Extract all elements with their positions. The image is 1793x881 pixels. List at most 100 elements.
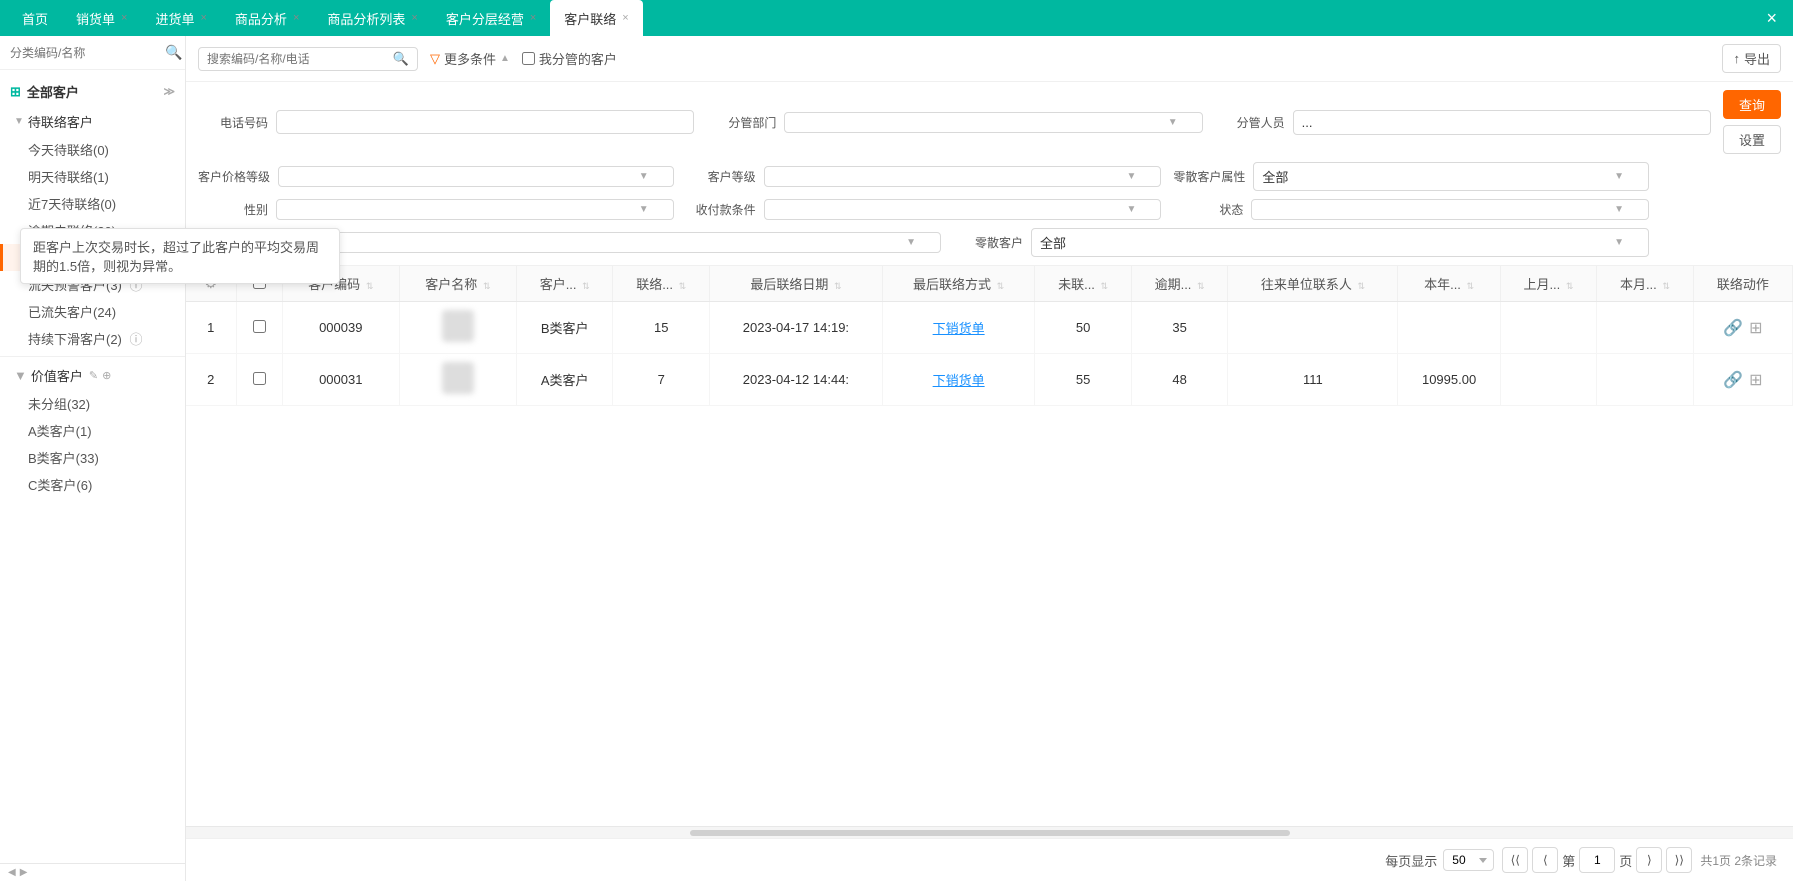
price-grade-select[interactable]: ▼ <box>278 166 674 187</box>
edit-icon[interactable]: ✎ <box>89 369 98 382</box>
contact-sort-icon[interactable]: ⇅ <box>679 281 687 291</box>
staff-select-wrap: ... <box>1293 110 1711 135</box>
sidebar-ungrouped[interactable]: 未分组(32) <box>0 390 185 417</box>
row2-checkbox[interactable] <box>236 354 282 406</box>
row1-grid-icon[interactable]: ⊞ <box>1749 318 1762 338</box>
filter-search-icon[interactable]: 🔍 <box>393 51 409 67</box>
nav-customer-contact[interactable]: 客户联络 × <box>550 0 642 36</box>
overdue-sort-icon[interactable]: ⇅ <box>1197 281 1205 291</box>
this-month-sort-icon[interactable]: ⇅ <box>1662 281 1670 291</box>
my-customers-checkbox[interactable] <box>522 52 535 65</box>
nav-sales[interactable]: 销货单 × <box>62 0 141 36</box>
nav-home[interactable]: 首页 <box>8 0 62 36</box>
row2-index: 2 <box>186 354 236 406</box>
sidebar-resize-left[interactable]: ◀ <box>8 867 16 878</box>
nav-analysis-list[interactable]: 商品分析列表 × <box>313 0 431 36</box>
row1-not-contact: 50 <box>1035 302 1132 354</box>
row2-method-link[interactable]: 下销货单 <box>933 373 985 388</box>
price-grade-chevron-icon: ▼ <box>639 171 649 182</box>
filter-status: 状态 ▼ <box>1173 199 1649 220</box>
filter-customer-grade: 客户等级 ▼ <box>686 166 1162 187</box>
row2-grid-icon[interactable]: ⊞ <box>1749 370 1762 390</box>
page-prev-btn[interactable]: ⟨ <box>1532 847 1558 873</box>
query-button[interactable]: 查询 <box>1723 90 1781 119</box>
sidebar-resize-right[interactable]: ▶ <box>20 867 28 878</box>
export-button[interactable]: ↑ 导出 <box>1722 44 1781 73</box>
sidebar-valuable-group-label[interactable]: ▼ 价值客户 ✎ ⊕ <box>0 361 185 390</box>
gender-select[interactable]: ▼ <box>276 199 674 220</box>
close-customer-segment-tab[interactable]: × <box>530 12 536 24</box>
sidebar-c-class[interactable]: C类客户(6) <box>0 471 185 498</box>
close-analysis-tab[interactable]: × <box>293 12 299 24</box>
this-year-sort-icon[interactable]: ⇅ <box>1467 281 1475 291</box>
filter-search-input[interactable] <box>207 52 393 66</box>
nav-customer-segment[interactable]: 客户分层经营 × <box>432 0 550 36</box>
page-input[interactable] <box>1579 847 1615 873</box>
scroll-thumb[interactable] <box>690 830 1290 836</box>
filter-payment: 收付款条件 ▼ <box>686 199 1162 220</box>
col-last-date-header: 最后联络日期 ⇅ <box>709 266 882 302</box>
status-select[interactable]: ▼ <box>1251 199 1649 220</box>
retail-attr-select[interactable]: 全部 ▼ <box>1253 162 1649 191</box>
page-next-btn[interactable]: ⟩ <box>1636 847 1662 873</box>
close-customer-contact-tab[interactable]: × <box>622 12 628 24</box>
last-method-sort-icon[interactable]: ⇅ <box>997 281 1005 291</box>
row1-method-link[interactable]: 下销货单 <box>933 321 985 336</box>
add-icon[interactable]: ⊕ <box>102 369 111 382</box>
sidebar-today-pending[interactable]: 今天待联络(0) <box>0 136 185 163</box>
row1-checkbox[interactable] <box>236 302 282 354</box>
retail-customer-select[interactable]: 全部 ▼ <box>1031 228 1649 257</box>
row1-last-month <box>1500 302 1597 354</box>
sidebar-declining-customers[interactable]: 持续下滑客户(2) ⓘ <box>0 325 185 352</box>
sidebar-collapse-btn[interactable]: ≫ <box>163 85 175 98</box>
last-month-sort-icon[interactable]: ⇅ <box>1566 281 1574 291</box>
filter-actions: 查询 设置 <box>1723 90 1781 154</box>
nav-purchase[interactable]: 进货单 × <box>141 0 220 36</box>
customer-grade-select[interactable]: ▼ <box>764 166 1162 187</box>
page-size-select[interactable]: 20 50 100 200 <box>1443 849 1494 871</box>
close-purchase-tab[interactable]: × <box>200 12 206 24</box>
sidebar-a-class[interactable]: A类客户(1) <box>0 417 185 444</box>
sidebar-7days-pending[interactable]: 近7天待联络(0) <box>0 190 185 217</box>
row1-last-method[interactable]: 下销货单 <box>882 302 1034 354</box>
name-sort-icon[interactable]: ⇅ <box>483 281 491 291</box>
sidebar-search-input[interactable] <box>10 46 165 60</box>
arrow-down-icon: ▼ <box>14 116 24 127</box>
horizontal-scrollbar[interactable] <box>186 826 1793 838</box>
close-sales-tab[interactable]: × <box>121 12 127 24</box>
sidebar-tomorrow-pending[interactable]: 明天待联络(1) <box>0 163 185 190</box>
page-first-btn[interactable]: ⟨⟨ <box>1502 847 1528 873</box>
sidebar-search-icon[interactable]: 🔍 <box>165 44 182 61</box>
payment-select[interactable]: ▼ <box>764 199 1162 220</box>
sidebar-pending-group-label[interactable]: ▼ 待联络客户 <box>0 107 185 136</box>
phone-input[interactable] <box>276 110 694 134</box>
sidebar-b-class[interactable]: B类客户(33) <box>0 444 185 471</box>
unit-contact-sort-icon[interactable]: ⇅ <box>1357 281 1365 291</box>
window-close-button[interactable]: × <box>1758 8 1785 29</box>
dept-select[interactable]: ▼ <box>784 112 1202 133</box>
row2-last-method[interactable]: 下销货单 <box>882 354 1034 406</box>
close-analysis-list-tab[interactable]: × <box>411 12 417 24</box>
code-sort-icon[interactable]: ⇅ <box>366 281 374 291</box>
row1-checkbox-input[interactable] <box>253 320 266 333</box>
sidebar-lost-customers[interactable]: 已流失客户(24) <box>0 298 185 325</box>
row2-checkbox-input[interactable] <box>253 372 266 385</box>
category-sort-icon[interactable]: ⇅ <box>582 281 590 291</box>
filter-row-4: ... 客户类型 ▼ 零散客户 全部 <box>198 228 1781 257</box>
row2-link-icon[interactable]: 🔗 <box>1723 370 1743 390</box>
gender-wrap: ▼ <box>276 199 674 220</box>
more-conditions-btn[interactable]: ▽ 更多条件 ▲ <box>430 49 510 68</box>
staff-select[interactable]: ... <box>1293 110 1711 135</box>
page-last-btn[interactable]: ⟩⟩ <box>1666 847 1692 873</box>
row1-actions: 🔗 ⊞ <box>1693 302 1792 354</box>
col-this-year-header: 本年... ⇅ <box>1398 266 1500 302</box>
not-contact-sort-icon[interactable]: ⇅ <box>1101 281 1109 291</box>
row2-actions: 🔗 ⊞ <box>1693 354 1792 406</box>
row1-link-icon[interactable]: 🔗 <box>1723 318 1743 338</box>
sidebar-all-customers[interactable]: ⊞ 全部客户 ≫ <box>0 76 185 107</box>
customer-type-select[interactable]: ▼ <box>323 232 941 253</box>
customer-grade-wrap: ▼ <box>764 166 1162 187</box>
nav-analysis[interactable]: 商品分析 × <box>221 0 313 36</box>
set-button[interactable]: 设置 <box>1723 125 1781 154</box>
last-date-sort-icon[interactable]: ⇅ <box>834 281 842 291</box>
